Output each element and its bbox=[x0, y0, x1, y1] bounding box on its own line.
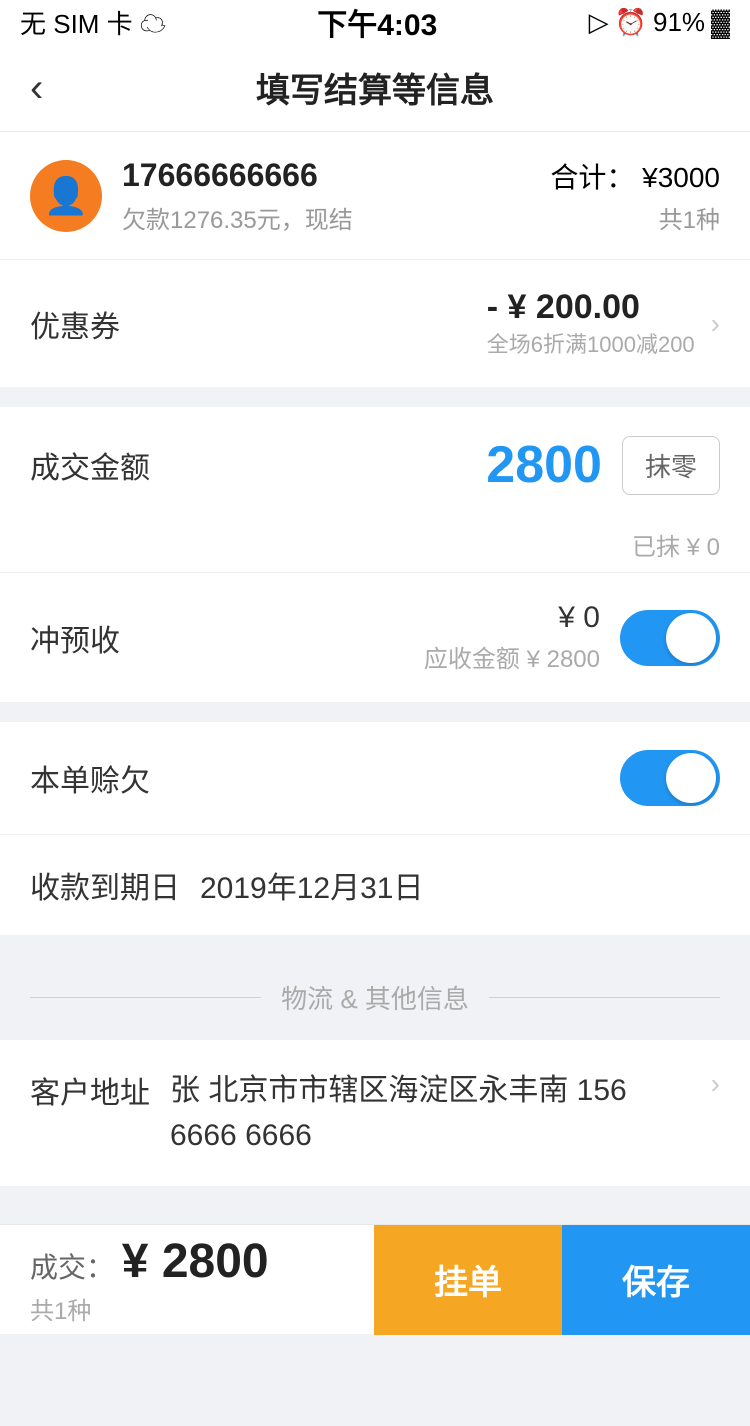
deal-section: 成交金额 2800 抹零 已抹 ¥ 0 bbox=[0, 407, 750, 572]
status-bar: 无 SIM 卡 ☁ 下午4:03 ▷ ⏰ 91% ▓ bbox=[0, 0, 750, 44]
footer-info: 成交： ¥ 2800 共1种 bbox=[0, 1234, 374, 1326]
status-time: 下午4:03 bbox=[317, 0, 437, 44]
footer-deal-label: 成交： bbox=[30, 1252, 114, 1283]
back-button[interactable]: ‹ bbox=[30, 68, 43, 108]
avatar: 👤 bbox=[30, 160, 102, 232]
coupon-amount: - ¥ 200.00 bbox=[487, 288, 695, 327]
hold-order-button[interactable]: 挂单 bbox=[374, 1225, 562, 1335]
location-icon: ▷ bbox=[589, 7, 609, 38]
address-row[interactable]: 客户地址 张 北京市市辖区海淀区永丰南 156 6666 6666 › bbox=[0, 1040, 750, 1186]
logistics-line-right bbox=[489, 997, 720, 998]
coupon-label: 优惠券 bbox=[30, 302, 120, 346]
coupon-chevron-icon: › bbox=[711, 308, 720, 340]
logistics-title: 物流 & 其他信息 bbox=[281, 979, 469, 1016]
total-amount: ¥3000 bbox=[642, 162, 720, 193]
prereceive-sub: 应收金额 ¥ 2800 bbox=[424, 639, 600, 674]
footer: 成交： ¥ 2800 共1种 挂单 保存 bbox=[0, 1224, 750, 1334]
coupon-right: - ¥ 200.00 全场6折满1000减200 › bbox=[487, 288, 720, 359]
prereceive-label: 冲预收 bbox=[30, 616, 120, 660]
deal-amount: 2800 bbox=[486, 435, 602, 495]
customer-sub: 欠款1276.35元，现结 bbox=[122, 200, 353, 235]
baddebt-toggle-knob bbox=[666, 753, 716, 803]
deal-row: 成交金额 2800 抹零 bbox=[0, 407, 750, 523]
deal-right: 2800 抹零 bbox=[486, 435, 720, 495]
address-value: 张 北京市市辖区海淀区永丰南 156 6666 6666 bbox=[170, 1068, 701, 1158]
prereceive-right: ¥ 0 应收金额 ¥ 2800 bbox=[424, 601, 720, 674]
logistics-header: 物流 & 其他信息 bbox=[0, 955, 750, 1040]
no-sim-text: 无 SIM 卡 ☁ bbox=[20, 4, 166, 41]
nav-bar: ‹ 填写结算等信息 bbox=[0, 44, 750, 132]
save-button[interactable]: 保存 bbox=[562, 1225, 750, 1335]
baddebt-row: 本单赊欠 bbox=[0, 722, 750, 834]
coupon-value-block: - ¥ 200.00 全场6折满1000减200 bbox=[487, 288, 695, 359]
round-zero-button[interactable]: 抹零 bbox=[622, 436, 720, 495]
coupon-row[interactable]: 优惠券 - ¥ 200.00 全场6折满1000减200 › bbox=[0, 259, 750, 387]
battery-text: 91% bbox=[653, 7, 705, 38]
customer-total: 合计： ¥3000 bbox=[550, 156, 720, 196]
baddebt-toggle[interactable] bbox=[620, 750, 720, 806]
customer-right: 合计： ¥3000 共1种 bbox=[550, 156, 720, 235]
logistics-line-left bbox=[30, 997, 261, 998]
customer-count: 共1种 bbox=[550, 200, 720, 235]
prereceive-toggle[interactable] bbox=[620, 610, 720, 666]
alarm-icon: ⏰ bbox=[615, 7, 647, 38]
coupon-desc: 全场6折满1000减200 bbox=[487, 327, 695, 359]
duedate-row: 收款到期日 2019年12月31日 bbox=[0, 834, 750, 935]
baddebt-label: 本单赊欠 bbox=[30, 756, 150, 800]
customer-left: 👤 17666666666 欠款1276.35元，现结 bbox=[30, 157, 353, 235]
section-divider-1 bbox=[0, 387, 750, 407]
prereceive-row: 冲预收 ¥ 0 应收金额 ¥ 2800 bbox=[0, 572, 750, 702]
section-divider-2 bbox=[0, 702, 750, 722]
total-label: 合计： bbox=[550, 162, 634, 193]
section-divider-3 bbox=[0, 935, 750, 955]
battery-icon: ▓ bbox=[711, 7, 730, 38]
customer-phone: 17666666666 bbox=[122, 157, 353, 194]
status-left: 无 SIM 卡 ☁ bbox=[20, 4, 166, 41]
footer-deal-line: 成交： ¥ 2800 bbox=[30, 1234, 344, 1289]
customer-row: 👤 17666666666 欠款1276.35元，现结 合计： ¥3000 共1… bbox=[0, 132, 750, 259]
address-chevron-icon: › bbox=[711, 1068, 720, 1100]
customer-info: 17666666666 欠款1276.35元，现结 bbox=[122, 157, 353, 235]
duedate-label: 收款到期日 bbox=[30, 863, 180, 907]
footer-count: 共1种 bbox=[30, 1291, 344, 1326]
page-title: 填写结算等信息 bbox=[256, 63, 494, 112]
toggle-knob bbox=[666, 613, 716, 663]
address-label: 客户地址 bbox=[30, 1068, 150, 1112]
footer-amount: ¥ 2800 bbox=[122, 1235, 269, 1288]
prereceive-amount-block: ¥ 0 应收金额 ¥ 2800 bbox=[424, 601, 600, 674]
deal-label: 成交金额 bbox=[30, 443, 150, 487]
deal-sub-text: 已抹 ¥ 0 bbox=[0, 527, 750, 572]
duedate-value: 2019年12月31日 bbox=[200, 863, 423, 907]
status-right: ▷ ⏰ 91% ▓ bbox=[589, 7, 730, 38]
prereceive-amount: ¥ 0 bbox=[424, 601, 600, 635]
